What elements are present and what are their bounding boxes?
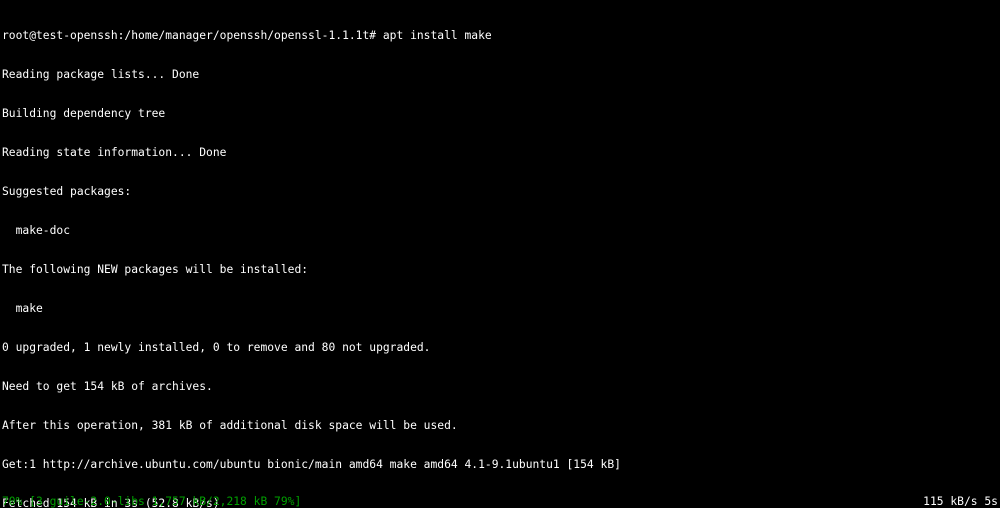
output-line: Building dependency tree [2,107,998,120]
output-line: Reading package lists... Done [2,68,998,81]
progress-right-text: 115 kB/s 5s [923,495,998,508]
shell-prompt: root@test-openssh:/home/manager/openssh/… [2,29,998,42]
terminal-output[interactable]: root@test-openssh:/home/manager/openssh/… [0,0,1000,508]
output-line: Get:1 http://archive.ubuntu.com/ubuntu b… [2,458,998,471]
output-line: 0 upgraded, 1 newly installed, 0 to remo… [2,341,998,354]
download-progress-bar: 70% [3 guile-2.0-libs 1,757 kB/2,218 kB … [0,495,1000,508]
output-line: make-doc [2,224,998,237]
output-line: Need to get 154 kB of archives. [2,380,998,393]
output-line: Reading state information... Done [2,146,998,159]
output-line: After this operation, 381 kB of addition… [2,419,998,432]
progress-left-text: 70% [3 guile-2.0-libs 1,757 kB/2,218 kB … [2,495,301,508]
output-line: make [2,302,998,315]
output-line: Suggested packages: [2,185,998,198]
output-line: The following NEW packages will be insta… [2,263,998,276]
